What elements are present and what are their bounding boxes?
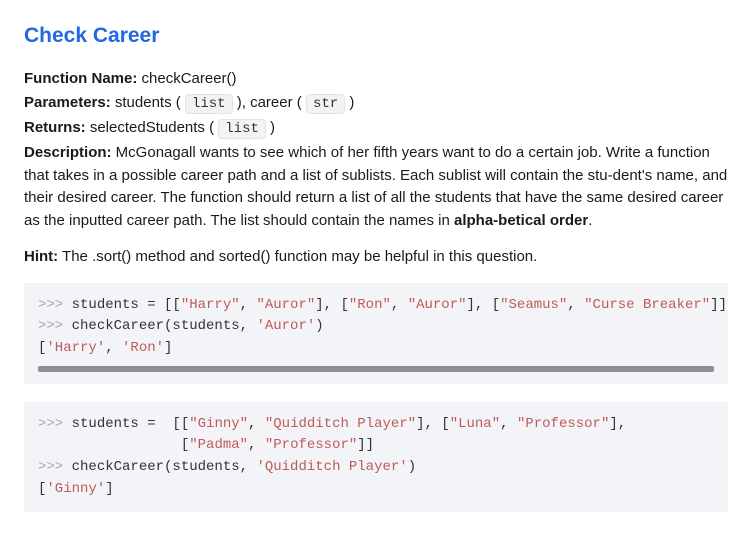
code-example-2: >>> students = [["Ginny", "Quidditch Pla… (24, 402, 728, 513)
function-name-value: checkCareer() (142, 70, 237, 87)
param2-type: str (306, 94, 345, 114)
description-bold: alpha‐betical order (454, 212, 588, 229)
hint-label: Hint: (24, 248, 58, 265)
returns-name: selectedStudents (90, 119, 205, 136)
hint: Hint: The .sort() method and sorted() fu… (24, 246, 728, 269)
param1-type: list (185, 94, 233, 114)
parameters-line: Parameters: students ( list ), career ( … (24, 92, 728, 115)
returns-label: Returns: (24, 119, 86, 136)
function-name-line: Function Name: checkCareer() (24, 68, 728, 91)
returns-line: Returns: selectedStudents ( list ) (24, 117, 728, 140)
description: Description: McGonagall wants to see whi… (24, 142, 728, 232)
function-name-label: Function Name: (24, 70, 137, 87)
param1-name: students (115, 94, 172, 111)
page-title: Check Career (24, 20, 728, 52)
parameters-label: Parameters: (24, 94, 111, 111)
description-label: Description: (24, 144, 112, 161)
description-suffix: . (588, 212, 592, 229)
hint-text: The .sort() method and sorted() function… (58, 248, 537, 265)
returns-type: list (218, 119, 266, 139)
param2-name: career (250, 94, 293, 111)
description-text: McGonagall wants to see which of her fif… (24, 144, 727, 229)
code-example-1: >>> students = [["Harry", "Auror"], ["Ro… (24, 283, 728, 384)
